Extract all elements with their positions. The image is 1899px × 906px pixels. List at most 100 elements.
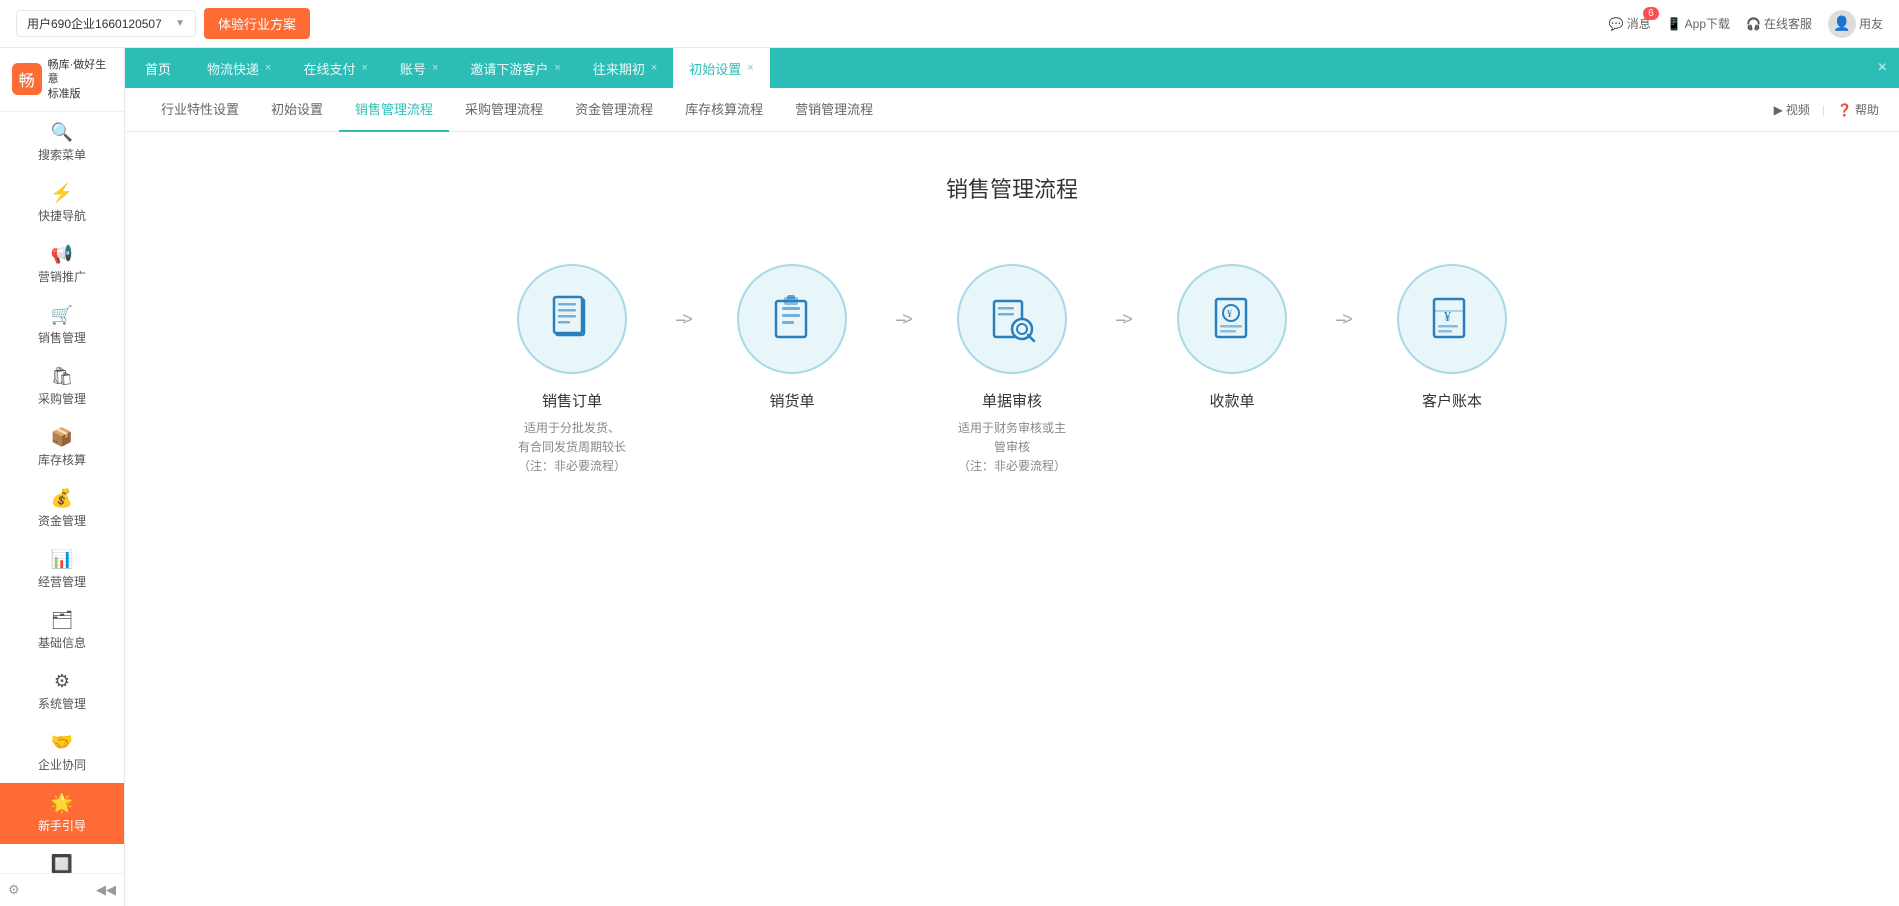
sidebar-item-label-system-mgmt: 系统管理 — [38, 695, 86, 712]
sales-mgmt-icon: 🛒 — [51, 305, 73, 326]
sub-tab-1[interactable]: 初始设置 — [255, 88, 339, 132]
sub-tab-2[interactable]: 销售管理流程 — [339, 88, 449, 132]
nav-tab-label-5: 初始设置 — [689, 59, 741, 78]
flow-step-title-sales-order: 销售订单 — [542, 390, 602, 411]
sidebar-item-label-sales-mgmt: 销售管理 — [38, 329, 86, 346]
help-label: 帮助 — [1855, 101, 1879, 118]
sub-tab-5[interactable]: 库存核算流程 — [669, 88, 779, 132]
flow-step-desc-audit: 适用于财务审核或主管审核（注：非必要流程） — [958, 419, 1066, 477]
sidebar-item-sales-mgmt[interactable]: 🛒 销售管理 — [0, 295, 124, 356]
close-all-tabs-button[interactable]: × — [1878, 59, 1887, 77]
nav-tab-1[interactable]: 在线支付 × — [287, 48, 383, 88]
sidebar-nav: 🔍 搜索菜单 ⚡ 快捷导航 📢 营销推广 🛒 销售管理 🛍 采购管理 📦 库存核… — [0, 112, 124, 873]
flow-circle-audit[interactable] — [957, 264, 1067, 374]
flow-circle-account[interactable]: ¥ — [1397, 264, 1507, 374]
online-service-label: 在线客服 — [1764, 15, 1812, 32]
headset-icon: 🎧 — [1746, 17, 1761, 31]
app-wrapper: 用户690企业1660120507 ▼ 体验行业方案 💬 消息 6 📱 App下… — [0, 0, 1899, 906]
app-download-button[interactable]: 📱 App下载 — [1667, 15, 1730, 32]
sidebar-item-business-mgmt[interactable]: 📊 经营管理 — [0, 539, 124, 600]
app-name: 畅库·做好生意 — [48, 58, 112, 87]
sidebar-item-beginner-guide[interactable]: 🌟 新手引导 — [0, 783, 124, 844]
sub-tabs-actions: ▶ 视频 | ❓ 帮助 — [1774, 101, 1879, 118]
trial-button[interactable]: 体验行业方案 — [204, 8, 310, 39]
flow-arrow-1: -- -> — [872, 264, 932, 330]
purchase-mgmt-icon: 🛍 — [51, 366, 74, 387]
sidebar-item-marketing-promo[interactable]: 📢 营销推广 — [0, 234, 124, 295]
nav-tab-4[interactable]: 往来期初 × — [577, 48, 673, 88]
enterprise-selector[interactable]: 用户690企业1660120507 ▼ — [16, 10, 196, 37]
beginner-guide-icon: 🌟 — [51, 793, 73, 814]
sidebar-item-label-inventory: 库存核算 — [38, 451, 86, 468]
nav-tab-close-2[interactable]: × — [432, 62, 438, 74]
sidebar-item-app-center[interactable]: 🔲 应用中心 — [0, 844, 124, 873]
flow-diagram: 销售订单适用于分批发货、有合同发货周期较长（注：非必要流程）-- -> 销货单-… — [145, 264, 1879, 477]
flow-circle-sales-order[interactable] — [517, 264, 627, 374]
messages-button[interactable]: 💬 消息 6 — [1609, 15, 1651, 32]
nav-tab-2[interactable]: 账号 × — [384, 48, 454, 88]
app-download-label: App下载 — [1685, 15, 1730, 32]
nav-tab-3[interactable]: 邀请下游客户 × — [454, 48, 576, 88]
nav-tab-close-3[interactable]: × — [554, 62, 560, 74]
sub-tab-3[interactable]: 采购管理流程 — [449, 88, 559, 132]
top-bar-left: 用户690企业1660120507 ▼ 体验行业方案 — [16, 8, 310, 39]
flow-arrow-3: -- -> — [1312, 264, 1372, 330]
sidebar-item-finance[interactable]: 💰 资金管理 — [0, 478, 124, 539]
separator: | — [1822, 103, 1825, 117]
sub-tab-4[interactable]: 资金管理流程 — [559, 88, 669, 132]
nav-tab-5[interactable]: 初始设置 × — [673, 48, 769, 88]
sidebar-item-label-beginner-guide: 新手引导 — [38, 817, 86, 834]
sidebar-item-label-purchase-mgmt: 采购管理 — [38, 390, 86, 407]
sidebar-item-basic-info[interactable]: 🗂 基础信息 — [0, 600, 124, 661]
page-content: 销售管理流程 销售订单适用于分批发货、有合同发货周期较长（注：非必要流程）-- … — [125, 132, 1899, 906]
sidebar-item-system-mgmt[interactable]: ⚙ 系统管理 — [0, 661, 124, 722]
sidebar-item-search[interactable]: 🔍 搜索菜单 — [0, 112, 124, 173]
sub-tab-6[interactable]: 营销管理流程 — [779, 88, 889, 132]
user-menu[interactable]: 👤 用友 — [1828, 10, 1883, 38]
content-area: 首页 物流快递 × 在线支付 × 账号 × 邀请下游客户 × 往来期初 × 初始… — [125, 48, 1899, 906]
nav-tabs-end: × — [1878, 59, 1899, 77]
logo-text: 畅库·做好生意 标准版 — [48, 58, 112, 101]
sidebar-item-purchase-mgmt[interactable]: 🛍 采购管理 — [0, 356, 124, 417]
nav-tab-label-2: 账号 — [400, 59, 426, 78]
nav-tab-close-5[interactable]: × — [747, 62, 753, 74]
sidebar-item-inventory[interactable]: 📦 库存核算 — [0, 417, 124, 478]
settings-icon[interactable]: ⚙ — [8, 882, 20, 898]
sub-tabs: 行业特性设置初始设置销售管理流程采购管理流程资金管理流程库存核算流程营销管理流程… — [125, 88, 1899, 132]
sidebar-item-label-enterprise-coop: 企业协同 — [38, 756, 86, 773]
nav-tab-close-1[interactable]: × — [361, 62, 367, 74]
sidebar-item-enterprise-coop[interactable]: 🤝 企业协同 — [0, 722, 124, 783]
nav-tab-close-0[interactable]: × — [265, 62, 271, 74]
sidebar-item-label-business-mgmt: 经营管理 — [38, 573, 86, 590]
nav-tab-label-3: 邀请下游客户 — [470, 59, 548, 78]
flow-step-account: ¥ 客户账本 — [1372, 264, 1532, 419]
collapse-icon[interactable]: ◀◀ — [96, 882, 116, 898]
basic-info-icon: 🗂 — [51, 610, 74, 631]
sidebar-item-label-marketing-promo: 营销推广 — [38, 268, 86, 285]
help-action[interactable]: ❓ 帮助 — [1837, 101, 1879, 118]
video-action[interactable]: ▶ 视频 — [1774, 101, 1810, 118]
sidebar-item-label-search: 搜索菜单 — [38, 146, 86, 163]
nav-tabs: 首页 物流快递 × 在线支付 × 账号 × 邀请下游客户 × 往来期初 × 初始… — [125, 48, 1899, 88]
search-icon: 🔍 — [51, 122, 73, 143]
sidebar-bottom: ⚙ ◀◀ — [0, 873, 124, 906]
flow-step-title-account: 客户账本 — [1422, 390, 1482, 411]
flow-step-delivery: 销货单 — [712, 264, 872, 419]
sidebar-item-label-finance: 资金管理 — [38, 512, 86, 529]
tab-home[interactable]: 首页 — [125, 48, 191, 88]
sidebar-item-quick-nav[interactable]: ⚡ 快捷导航 — [0, 173, 124, 234]
nav-tab-0[interactable]: 物流快递 × — [191, 48, 287, 88]
sub-tab-0[interactable]: 行业特性设置 — [145, 88, 255, 132]
sidebar-logo: 畅 畅库·做好生意 标准版 — [0, 48, 124, 112]
flow-step-desc-sales-order: 适用于分批发货、有合同发货周期较长（注：非必要流程） — [518, 419, 626, 477]
nav-tab-close-4[interactable]: × — [651, 62, 657, 74]
business-mgmt-icon: 📊 — [51, 549, 73, 570]
online-service-button[interactable]: 🎧 在线客服 — [1746, 15, 1812, 32]
flow-circle-receipt[interactable]: ¥ — [1177, 264, 1287, 374]
inventory-icon: 📦 — [51, 427, 73, 448]
message-icon: 💬 — [1609, 17, 1624, 31]
flow-arrow-2: -- -> — [1092, 264, 1152, 330]
flow-step-sales-order: 销售订单适用于分批发货、有合同发货周期较长（注：非必要流程） — [492, 264, 652, 477]
flow-circle-delivery[interactable] — [737, 264, 847, 374]
flow-step-title-audit: 单据审核 — [982, 390, 1042, 411]
